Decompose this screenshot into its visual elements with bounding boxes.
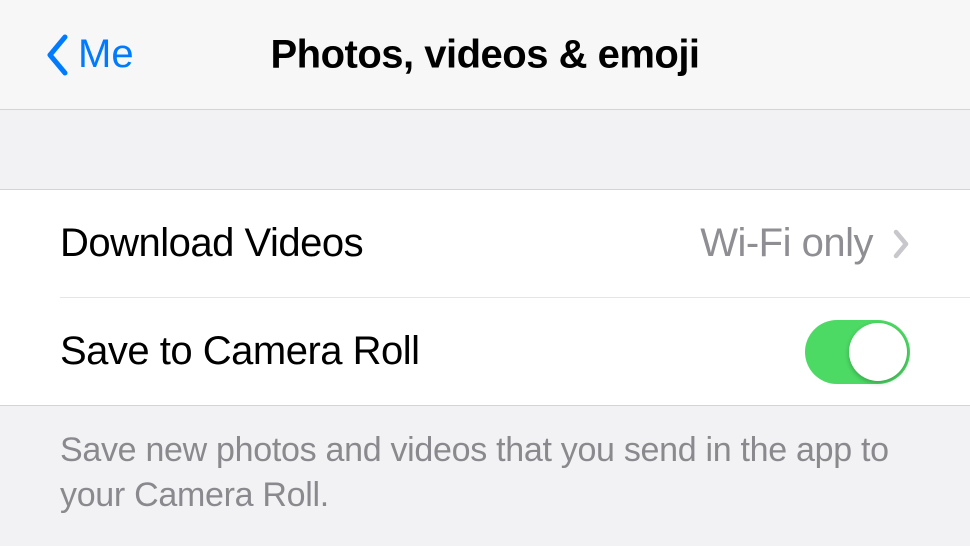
row-save-camera-roll: Save to Camera Roll: [0, 298, 970, 405]
section-spacer: [0, 110, 970, 190]
nav-bar: Me Photos, videos & emoji: [0, 0, 970, 110]
row-download-videos[interactable]: Download Videos Wi-Fi only: [0, 190, 970, 297]
toggle-save-camera-roll[interactable]: [805, 320, 910, 384]
row-label: Save to Camera Roll: [60, 329, 420, 374]
toggle-knob: [849, 323, 907, 381]
section-footer: Save new photos and videos that you send…: [0, 406, 970, 518]
chevron-right-icon: [893, 229, 910, 259]
row-right: Wi-Fi only: [700, 221, 910, 266]
back-label: Me: [78, 32, 134, 77]
row-label: Download Videos: [60, 221, 363, 266]
page-title: Photos, videos & emoji: [270, 32, 699, 77]
back-button[interactable]: Me: [0, 30, 134, 80]
chevron-left-icon: [42, 30, 72, 80]
row-value: Wi-Fi only: [700, 221, 873, 266]
